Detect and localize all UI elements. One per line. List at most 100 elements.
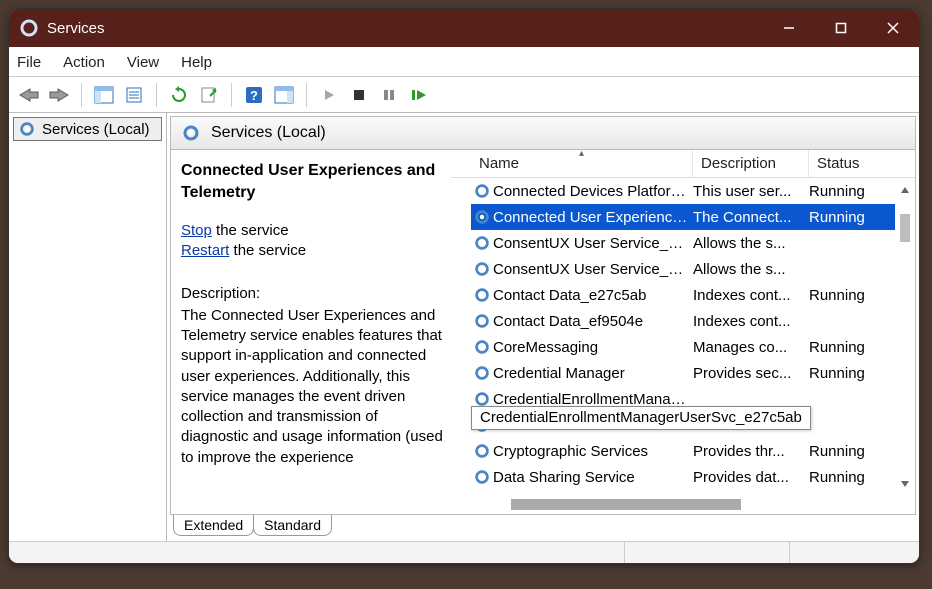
column-header-row: ▴ Name Description Status — [451, 150, 915, 178]
service-status: Running — [809, 443, 895, 460]
scroll-down-arrow-icon[interactable] — [895, 472, 915, 496]
start-service-button[interactable] — [315, 81, 343, 109]
workspace: Services (Local) Services (Local) Connec… — [9, 113, 919, 541]
menu-help[interactable]: Help — [181, 54, 212, 71]
description-text: The Connected User Experiences and Telem… — [181, 306, 443, 468]
service-name: CoreMessaging — [493, 339, 693, 356]
service-name: Credential Manager — [493, 365, 693, 382]
sort-ascending-icon: ▴ — [579, 150, 584, 159]
service-name: Contact Data_ef9504e — [493, 313, 693, 330]
service-row[interactable]: Connected User Experiences ...The Connec… — [471, 204, 895, 230]
titlebar[interactable]: Services — [9, 9, 919, 47]
service-row[interactable]: CredentialEnrollmentManag...Credential E… — [471, 412, 895, 438]
export-list-button[interactable] — [195, 81, 223, 109]
service-row[interactable]: CredentialEnrollmentManag... — [471, 386, 895, 412]
scroll-track[interactable] — [897, 202, 913, 472]
console-tree-pane: Services (Local) — [9, 113, 167, 541]
vertical-scrollbar[interactable] — [895, 178, 915, 496]
gear-icon — [471, 286, 493, 304]
service-desc: Provides dat... — [693, 469, 809, 486]
gear-icon — [471, 390, 493, 408]
back-button[interactable] — [15, 81, 43, 109]
service-name: ConsentUX User Service_e27... — [493, 235, 693, 252]
gear-icon — [181, 123, 201, 143]
gear-icon — [471, 260, 493, 278]
pause-service-button[interactable] — [375, 81, 403, 109]
service-desc: Indexes cont... — [693, 287, 809, 304]
gear-icon — [471, 208, 493, 226]
service-row[interactable]: ConsentUX User Service_ef9...Allows the … — [471, 256, 895, 282]
services-window: Services File Action View Help — [8, 8, 920, 564]
refresh-button[interactable] — [165, 81, 193, 109]
service-name: ConsentUX User Service_ef9... — [493, 261, 693, 278]
service-row[interactable]: CoreMessagingManages co...Running — [471, 334, 895, 360]
scroll-up-arrow-icon[interactable] — [895, 178, 915, 202]
service-name: CredentialEnrollmentManag... — [493, 417, 693, 434]
service-row[interactable]: Connected Devices Platform ...This user … — [471, 178, 895, 204]
service-row[interactable]: Contact Data_ef9504eIndexes cont... — [471, 308, 895, 334]
scroll-thumb[interactable] — [900, 214, 910, 242]
menu-file[interactable]: File — [17, 54, 41, 71]
restart-suffix: the service — [229, 242, 306, 259]
gear-icon — [18, 120, 36, 138]
window-title: Services — [47, 20, 763, 37]
service-rows[interactable]: Connected Devices Platform ...This user … — [471, 178, 895, 496]
minimize-button[interactable] — [763, 9, 815, 47]
menu-action[interactable]: Action — [63, 54, 105, 71]
gear-icon — [471, 442, 493, 460]
service-status: Running — [809, 339, 895, 356]
result-pane: Services (Local) Connected User Experien… — [167, 113, 919, 541]
service-name: Connected User Experiences ... — [493, 209, 693, 226]
description-label: Description: — [181, 284, 443, 304]
service-row[interactable]: Data Sharing ServiceProvides dat...Runni… — [471, 464, 895, 490]
stop-link[interactable]: Stop — [181, 222, 212, 239]
service-row[interactable]: Contact Data_e27c5abIndexes cont...Runni… — [471, 282, 895, 308]
service-status: Running — [809, 287, 895, 304]
stop-suffix: the service — [212, 222, 289, 239]
show-hide-tree-button[interactable] — [90, 81, 118, 109]
gear-icon — [471, 182, 493, 200]
content-split: Connected User Experiences and Telemetry… — [170, 150, 916, 515]
hscroll-thumb[interactable] — [511, 499, 741, 510]
close-button[interactable] — [867, 9, 919, 47]
service-desc: Manages co... — [693, 339, 809, 356]
service-name: Connected Devices Platform ... — [493, 183, 693, 200]
horizontal-scrollbar[interactable] — [471, 496, 895, 514]
menubar: File Action View Help — [9, 47, 919, 77]
service-name: Contact Data_e27c5ab — [493, 287, 693, 304]
properties-button[interactable] — [120, 81, 148, 109]
tab-standard[interactable]: Standard — [253, 515, 332, 536]
pane-header-title: Services (Local) — [211, 124, 326, 142]
help-button[interactable]: ? — [240, 81, 268, 109]
column-header-status[interactable]: Status — [809, 150, 915, 177]
service-desc: Allows the s... — [693, 261, 809, 278]
menu-view[interactable]: View — [127, 54, 159, 71]
service-row[interactable]: Cryptographic ServicesProvides thr...Run… — [471, 438, 895, 464]
service-desc: This user ser... — [693, 183, 809, 200]
tab-extended[interactable]: Extended — [173, 515, 254, 536]
service-desc: Indexes cont... — [693, 313, 809, 330]
maximize-button[interactable] — [815, 9, 867, 47]
gear-icon — [471, 234, 493, 252]
show-hide-action-pane-button[interactable] — [270, 81, 298, 109]
column-header-name[interactable]: ▴ Name — [471, 150, 693, 177]
forward-button[interactable] — [45, 81, 73, 109]
restart-link[interactable]: Restart — [181, 242, 229, 259]
service-status: Running — [809, 209, 895, 226]
gear-icon — [471, 468, 493, 486]
restart-service-button[interactable] — [405, 81, 433, 109]
tree-item-services-local[interactable]: Services (Local) — [13, 117, 162, 141]
service-name: Data Sharing Service — [493, 469, 693, 486]
service-desc: Provides thr... — [693, 443, 809, 460]
gear-icon — [471, 312, 493, 330]
service-status: Running — [809, 183, 895, 200]
service-desc: The Connect... — [693, 209, 809, 226]
selected-service-title: Connected User Experiences and Telemetry — [181, 160, 443, 203]
column-header-description[interactable]: Description — [693, 150, 809, 177]
service-desc: Provides sec... — [693, 365, 809, 382]
stop-service-button[interactable] — [345, 81, 373, 109]
gear-icon — [471, 338, 493, 356]
svg-text:?: ? — [250, 88, 258, 103]
service-row[interactable]: Credential ManagerProvides sec...Running — [471, 360, 895, 386]
service-row[interactable]: ConsentUX User Service_e27...Allows the … — [471, 230, 895, 256]
